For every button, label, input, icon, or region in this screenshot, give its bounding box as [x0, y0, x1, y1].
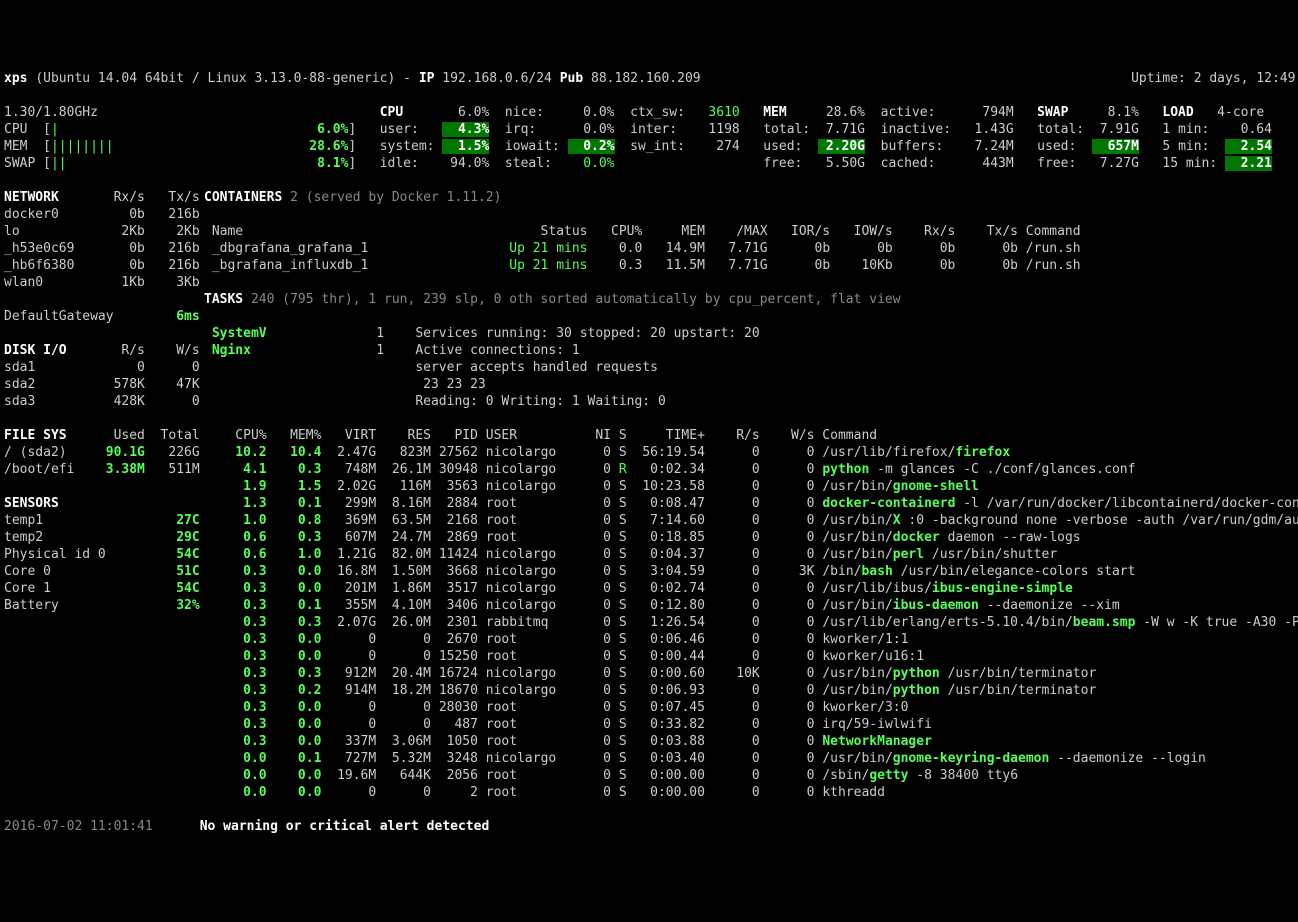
task-row: 1.3: [220, 496, 267, 511]
task-row: 0.3: [220, 581, 267, 596]
cpu-freq: 1.30/1.80GHz: [4, 105, 380, 120]
network-header: NETWORK: [4, 190, 98, 205]
task-row: 0.3: [220, 734, 267, 749]
right-panel: CONTAINERS 2 (served by Docker 1.11.2) N…: [204, 189, 1298, 801]
task-row: 0.3: [220, 615, 267, 630]
diskio-header: DISK I/O: [4, 343, 98, 358]
container-row: _dbgrafana_grafana_1: [212, 241, 478, 256]
task-row: 0.3: [220, 717, 267, 732]
mem-header: MEM: [763, 105, 786, 120]
task-row: 0.3: [220, 700, 267, 715]
task-row: 4.1: [220, 462, 267, 477]
cpu-header: CPU: [380, 105, 403, 120]
net-iface: _h53e0c69: [4, 241, 98, 256]
timestamp: 2016-07-02 11:01:41: [4, 819, 153, 834]
task-row: 0.3: [220, 564, 267, 579]
load-header: LOAD: [1162, 105, 1193, 120]
net-iface: wlan0: [4, 275, 98, 290]
net-iface: _hb6f6380: [4, 258, 98, 273]
glances-terminal: xps (Ubuntu 14.04 64bit / Linux 3.13.0-8…: [4, 70, 1294, 835]
containers-header: CONTAINERS: [204, 190, 282, 205]
net-iface: lo: [4, 224, 98, 239]
task-row: 0.3: [220, 683, 267, 698]
task-row: 0.0: [220, 751, 267, 766]
task-row: 1.0: [220, 513, 267, 528]
task-row: 0.6: [220, 547, 267, 562]
ip-label: IP: [419, 71, 435, 86]
container-row: _bgrafana_influxdb_1: [212, 258, 478, 273]
sensors-header: SENSORS: [4, 496, 59, 511]
tasks-header: TASKS: [204, 292, 243, 307]
left-panel: NETWORK Rx/s Tx/s docker0 0b 216b lo 2Kb…: [4, 189, 204, 614]
swap-header: SWAP: [1037, 105, 1068, 120]
task-row: 0.3: [220, 598, 267, 613]
filesys-header: FILE SYS: [4, 428, 90, 443]
uptime: Uptime: 2 days, 12:49:27: [1131, 71, 1298, 86]
alert-status: No warning or critical alert detected: [200, 819, 490, 834]
os-info: (Ubuntu 14.04 64bit / Linux 3.13.0-88-ge…: [35, 71, 411, 86]
hostname: xps: [4, 71, 27, 86]
task-row: 0.6: [220, 530, 267, 545]
task-row: 0.3: [220, 632, 267, 647]
task-row: 0.3: [220, 649, 267, 664]
task-row: 0.0: [220, 768, 267, 783]
task-row: 0.0: [220, 785, 267, 800]
net-iface: docker0: [4, 207, 98, 222]
task-row: 1.9: [220, 479, 267, 494]
task-row: 0.3: [220, 666, 267, 681]
task-row: 10.2: [220, 445, 267, 460]
